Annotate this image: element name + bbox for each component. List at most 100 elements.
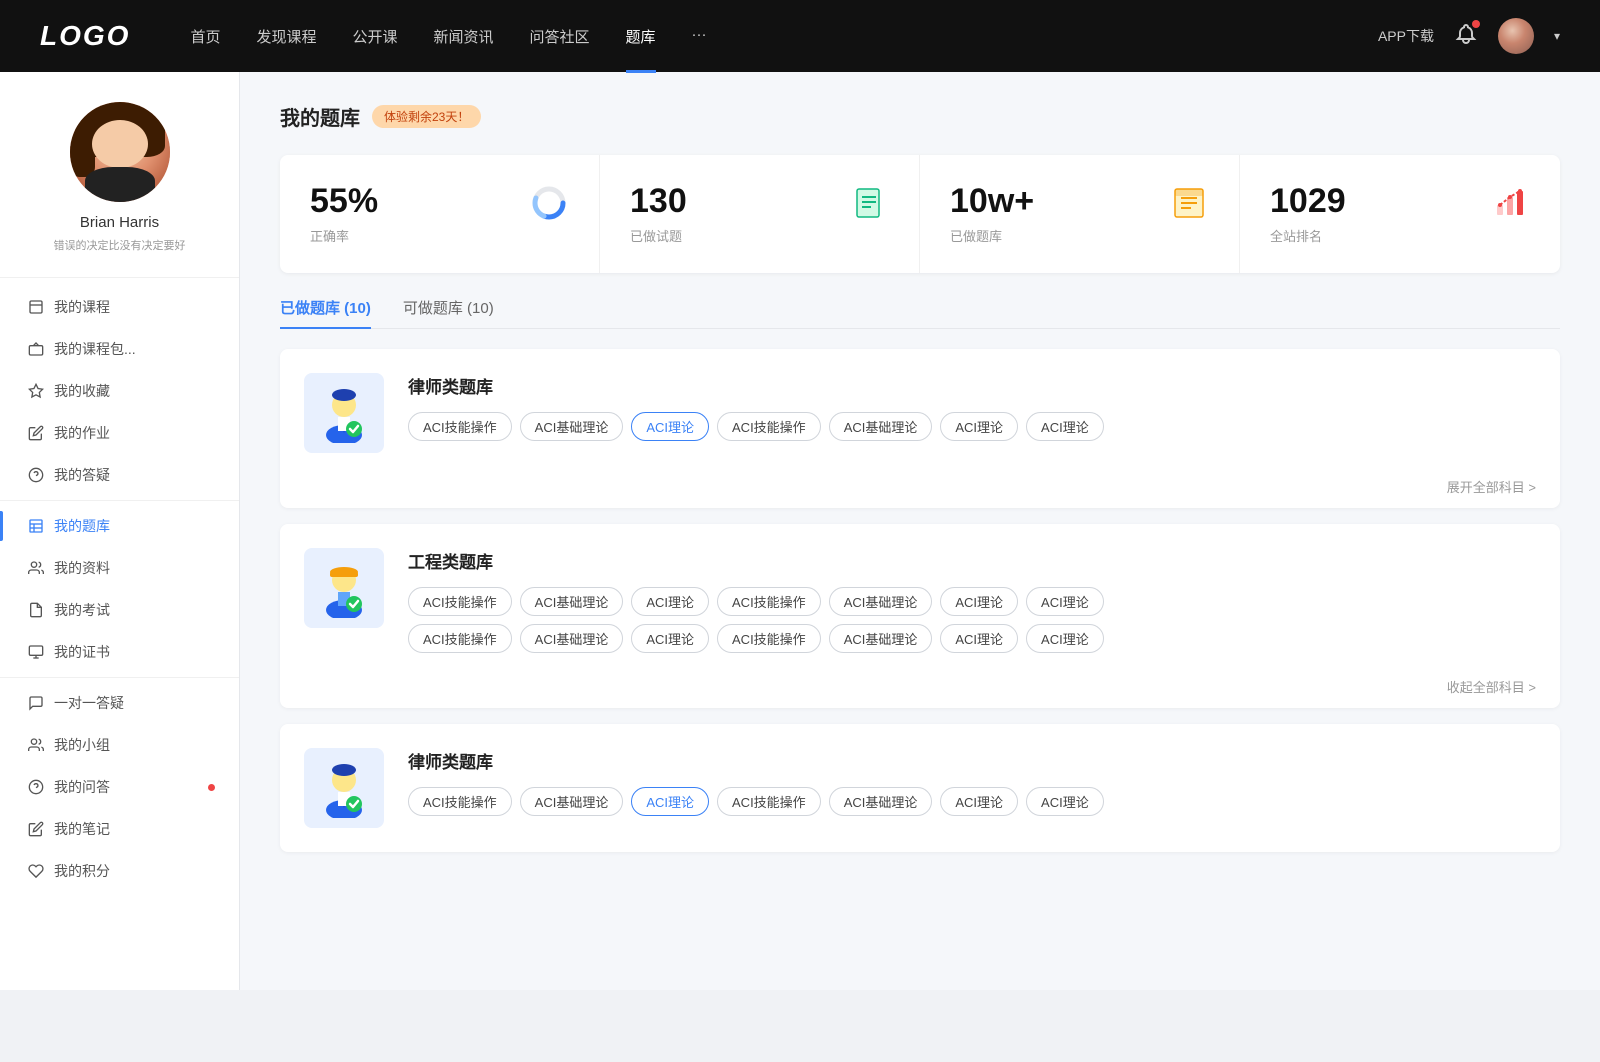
- list-icon: [1169, 183, 1209, 223]
- eng-tag-5[interactable]: ACI理论: [940, 587, 1018, 616]
- stat-rank: 1029 全站排名: [1240, 155, 1560, 273]
- qbank-card-lawyer-1: 律师类题库 ACI技能操作 ACI基础理论 ACI理论 ACI技能操作 ACI基…: [280, 349, 1560, 508]
- qbank-tags-lawyer-2: ACI技能操作 ACI基础理论 ACI理论 ACI技能操作 ACI基础理论 AC…: [408, 787, 1536, 816]
- note-icon: [28, 821, 44, 837]
- expand-link-lawyer-1[interactable]: 展开全部科目 >: [1447, 477, 1536, 496]
- nav-news[interactable]: 新闻资讯: [434, 26, 494, 47]
- package-icon: [28, 341, 44, 357]
- sidebar-item-oneonone[interactable]: 一对一答疑: [0, 682, 239, 724]
- app-download-button[interactable]: APP下载: [1378, 26, 1434, 46]
- sidebar-menu: 我的课程 我的课程包... 我的收藏 我的作业: [0, 286, 239, 892]
- eng-tag-6[interactable]: ACI理论: [1026, 587, 1104, 616]
- qbank-tags-lawyer-1: ACI技能操作 ACI基础理论 ACI理论 ACI技能操作 ACI基础理论 AC…: [408, 412, 1536, 441]
- sidebar: Brian Harris 错误的决定比没有决定要好 我的课程 我的课程包...: [0, 72, 240, 990]
- law2-tag-4[interactable]: ACI基础理论: [829, 787, 933, 816]
- sidebar-item-material[interactable]: 我的资料: [0, 547, 239, 589]
- notification-bell[interactable]: [1454, 22, 1478, 51]
- law2-tag-1[interactable]: ACI基础理论: [520, 787, 624, 816]
- nav-links: 首页 发现课程 公开课 新闻资讯 问答社区 题库 ···: [190, 26, 1378, 47]
- qbank-card-engineer: 工程类题库 ACI技能操作 ACI基础理论 ACI理论 ACI技能操作 ACI基…: [280, 524, 1560, 708]
- sidebar-item-points[interactable]: 我的积分: [0, 850, 239, 892]
- qbank-lawyer-icon: [304, 373, 384, 453]
- bar-chart-icon: [1490, 183, 1530, 223]
- trial-badge: 体验剩余23天！: [372, 105, 481, 128]
- nav-discover[interactable]: 发现课程: [256, 26, 316, 47]
- collapse-link-engineer[interactable]: 收起全部科目 >: [1447, 677, 1536, 696]
- tag-6[interactable]: ACI理论: [1026, 412, 1104, 441]
- eng-tag-r5[interactable]: ACI理论: [940, 624, 1018, 653]
- page-title: 我的题库: [280, 102, 360, 131]
- qbank-title-engineer: 工程类题库: [408, 548, 1536, 573]
- sidebar-item-notes[interactable]: 我的笔记: [0, 808, 239, 850]
- avatar[interactable]: [1498, 18, 1534, 54]
- tag-3[interactable]: ACI技能操作: [717, 412, 821, 441]
- tag-4[interactable]: ACI基础理论: [829, 412, 933, 441]
- tag-2[interactable]: ACI理论: [631, 412, 709, 441]
- nav-home[interactable]: 首页: [190, 26, 220, 47]
- eng-tag-1[interactable]: ACI基础理论: [520, 587, 624, 616]
- sidebar-item-myqa[interactable]: 我的问答: [0, 766, 239, 808]
- tag-5[interactable]: ACI理论: [940, 412, 1018, 441]
- sidebar-item-group[interactable]: 我的小组: [0, 724, 239, 766]
- qa-notification-dot: [208, 784, 215, 791]
- sidebar-item-exam[interactable]: 我的考试: [0, 589, 239, 631]
- qbank-footer-engineer: 收起全部科目 >: [280, 677, 1560, 708]
- sidebar-item-answers[interactable]: 我的答疑: [0, 454, 239, 496]
- qbank-card-lawyer-2: 律师类题库 ACI技能操作 ACI基础理论 ACI理论 ACI技能操作 ACI基…: [280, 724, 1560, 852]
- sidebar-motto: 错误的决定比没有决定要好: [34, 237, 206, 253]
- sidebar-item-cert[interactable]: 我的证书: [0, 631, 239, 673]
- page-header: 我的题库 体验剩余23天！: [280, 102, 1560, 131]
- sidebar-divider: [0, 277, 239, 278]
- stat-value-correct: 55%: [310, 183, 515, 220]
- eng-tag-4[interactable]: ACI基础理论: [829, 587, 933, 616]
- tag-0[interactable]: ACI技能操作: [408, 412, 512, 441]
- eng-tag-0[interactable]: ACI技能操作: [408, 587, 512, 616]
- star-icon: [28, 383, 44, 399]
- stats-row: 55% 正确率 130 已做试题: [280, 155, 1560, 273]
- law2-tag-6[interactable]: ACI理论: [1026, 787, 1104, 816]
- logo: LOGO: [40, 20, 130, 52]
- qbank-engineer-icon: [304, 548, 384, 628]
- sidebar-item-package[interactable]: 我的课程包...: [0, 328, 239, 370]
- qbank-lawyer-icon-2: [304, 748, 384, 828]
- law2-tag-0[interactable]: ACI技能操作: [408, 787, 512, 816]
- sidebar-item-qbank[interactable]: 我的题库: [0, 505, 239, 547]
- eng-tag-r6[interactable]: ACI理论: [1026, 624, 1104, 653]
- stat-questions-done: 130 已做试题: [600, 155, 920, 273]
- nav-qbank[interactable]: 题库: [626, 26, 656, 47]
- stat-value-rank: 1029: [1270, 183, 1476, 220]
- eng-tag-3[interactable]: ACI技能操作: [717, 587, 821, 616]
- nav-right: APP下载 ▾: [1378, 18, 1560, 54]
- exam-icon: [28, 602, 44, 618]
- eng-tag-r1[interactable]: ACI基础理论: [520, 624, 624, 653]
- eng-tag-r3[interactable]: ACI技能操作: [717, 624, 821, 653]
- sidebar-item-course[interactable]: 我的课程: [0, 286, 239, 328]
- law2-tag-2[interactable]: ACI理论: [631, 787, 709, 816]
- eng-tag-r4[interactable]: ACI基础理论: [829, 624, 933, 653]
- nav-more[interactable]: ···: [692, 26, 707, 47]
- tab-available[interactable]: 可做题库 (10): [403, 297, 494, 328]
- stat-correct-rate: 55% 正确率: [280, 155, 600, 273]
- qbank-title-lawyer-1: 律师类题库: [408, 373, 1536, 398]
- law2-tag-3[interactable]: ACI技能操作: [717, 787, 821, 816]
- sidebar-item-homework[interactable]: 我的作业: [0, 412, 239, 454]
- stat-value-banks: 10w+: [950, 183, 1155, 220]
- sidebar-item-favorites[interactable]: 我的收藏: [0, 370, 239, 412]
- group-icon: [28, 737, 44, 753]
- nav-opencourse[interactable]: 公开课: [352, 26, 397, 47]
- stat-label-banks: 已做题库: [950, 226, 1155, 245]
- points-icon: [28, 863, 44, 879]
- law2-tag-5[interactable]: ACI理论: [940, 787, 1018, 816]
- qbank-tags-engineer-1: ACI技能操作 ACI基础理论 ACI理论 ACI技能操作 ACI基础理论 AC…: [408, 587, 1536, 616]
- tag-1[interactable]: ACI基础理论: [520, 412, 624, 441]
- nav-qa[interactable]: 问答社区: [530, 26, 590, 47]
- stat-label-rank: 全站排名: [1270, 226, 1476, 245]
- eng-tag-r2[interactable]: ACI理论: [631, 624, 709, 653]
- chart-donut-icon: [529, 183, 569, 223]
- qbank-title-lawyer-2: 律师类题库: [408, 748, 1536, 773]
- tab-done[interactable]: 已做题库 (10): [280, 297, 371, 328]
- main-content: 我的题库 体验剩余23天！ 55% 正确率: [240, 72, 1600, 990]
- eng-tag-2[interactable]: ACI理论: [631, 587, 709, 616]
- eng-tag-r0[interactable]: ACI技能操作: [408, 624, 512, 653]
- avatar-chevron-icon[interactable]: ▾: [1554, 29, 1560, 43]
